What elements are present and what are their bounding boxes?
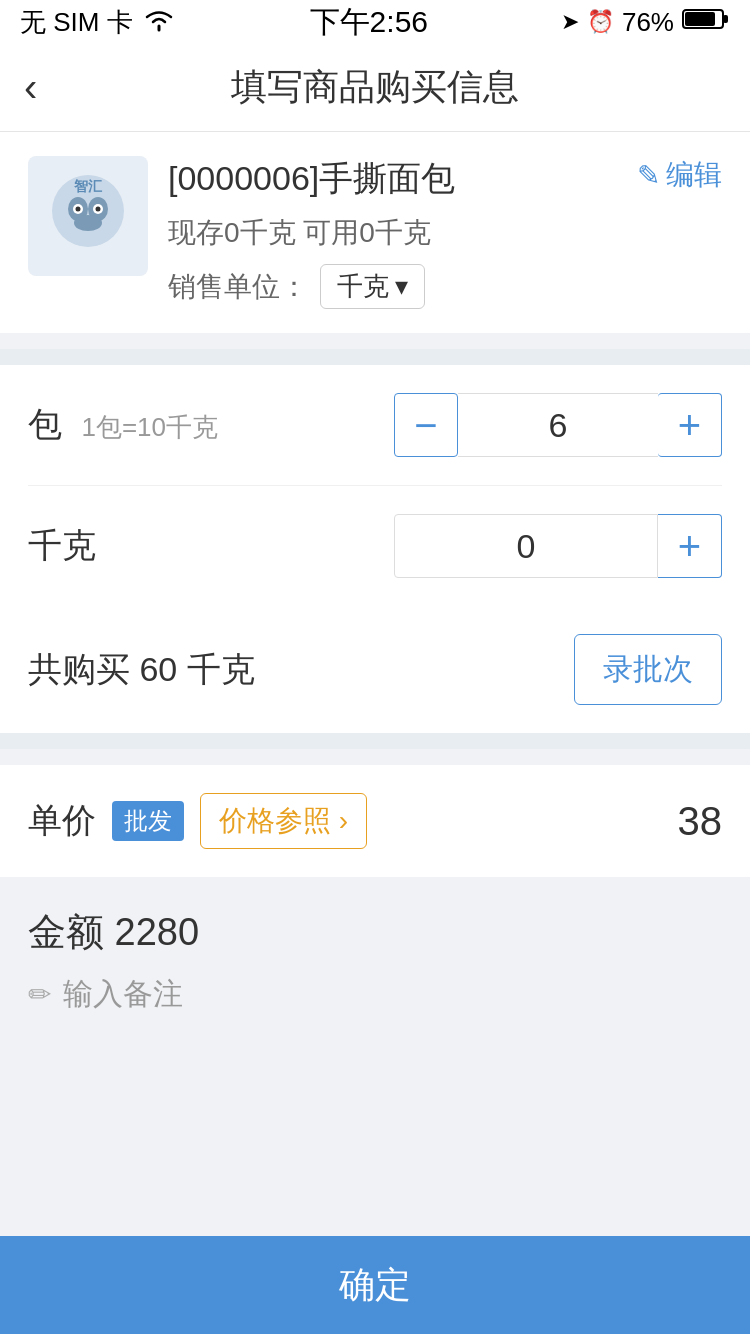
alarm-icon: ⏰ [587,9,614,35]
wifi-icon [141,6,177,39]
amount-label: 金额 [28,911,104,953]
remark-placeholder: 输入备注 [63,974,183,1015]
svg-point-10 [74,215,102,231]
status-time: 下午2:56 [310,2,428,43]
product-card: 智汇 [0000006]手撕面包 现存0千克 可用0千克 销售单位： 千克 ▾ … [0,132,750,333]
remark-row[interactable]: ✏ 输入备注 [28,974,722,1015]
unit-value: 千克 [337,269,389,304]
product-unit-row: 销售单位： 千克 ▾ [168,264,722,309]
kg-plus-button[interactable]: + [658,514,722,578]
divider-2 [0,733,750,749]
svg-point-8 [76,206,81,211]
batch-button[interactable]: 录批次 [574,634,722,705]
quantity-section: 包 1包=10千克 − + 千克 + [0,365,750,606]
confirm-button[interactable]: 确定 [0,1236,750,1334]
price-section: 单价 批发 价格参照 › 38 [0,765,750,877]
unit-label: 销售单位： [168,268,308,306]
status-left: 无 SIM 卡 [20,5,177,40]
edit-label: 编辑 [666,156,722,194]
svg-point-9 [96,206,101,211]
amount-value: 2280 [115,911,200,953]
svg-text:智汇: 智汇 [73,178,103,194]
amount-section: 金额 2280 ✏ 输入备注 [0,879,750,1043]
svg-rect-1 [723,15,728,23]
edit-icon: ✎ [637,159,660,192]
nav-bar: ‹ 填写商品购买信息 [0,44,750,132]
kg-label: 千克 [28,523,394,569]
unit-selector[interactable]: 千克 ▾ [320,264,425,309]
edit-button[interactable]: ✎ 编辑 [637,156,722,194]
status-bar: 无 SIM 卡 下午2:56 ➤ ⏰ 76% [0,0,750,44]
quantity-row-kg: 千克 + [28,486,722,606]
no-sim-label: 无 SIM 卡 [20,5,133,40]
product-stock: 现存0千克 可用0千克 [168,214,722,252]
pencil-icon: ✏ [28,978,51,1011]
summary-section: 共购买 60 千克 录批次 [0,606,750,733]
unit-dropdown-arrow: ▾ [395,271,408,302]
battery-percent: 76% [622,7,674,38]
bao-plus-button[interactable]: + [658,393,722,457]
bao-hint: 1包=10千克 [81,412,218,442]
location-icon: ➤ [561,9,579,35]
product-image: 智汇 [28,156,148,276]
svg-rect-2 [685,12,715,26]
quantity-row-bao: 包 1包=10千克 − + [28,365,722,486]
page-title: 填写商品购买信息 [231,63,519,112]
bao-text: 包 [28,405,62,443]
kg-quantity-control: + [394,514,722,578]
price-label: 单价 [28,798,96,844]
amount-text: 金额 2280 [28,907,722,958]
kg-input[interactable] [394,514,658,578]
bao-input[interactable] [458,393,658,457]
divider-1 [0,349,750,365]
battery-icon [682,6,730,39]
price-ref-button[interactable]: 价格参照 › [200,793,367,849]
summary-text: 共购买 60 千克 [28,647,255,693]
status-right: ➤ ⏰ 76% [561,6,730,39]
bao-label: 包 1包=10千克 [28,402,394,448]
price-tag: 批发 [112,801,184,841]
price-value: 38 [678,799,723,844]
bao-quantity-control: − + [394,393,722,457]
bao-minus-button[interactable]: − [394,393,458,457]
product-logo-icon: 智汇 [48,171,128,262]
kg-text: 千克 [28,526,96,564]
back-button[interactable]: ‹ [24,65,37,110]
